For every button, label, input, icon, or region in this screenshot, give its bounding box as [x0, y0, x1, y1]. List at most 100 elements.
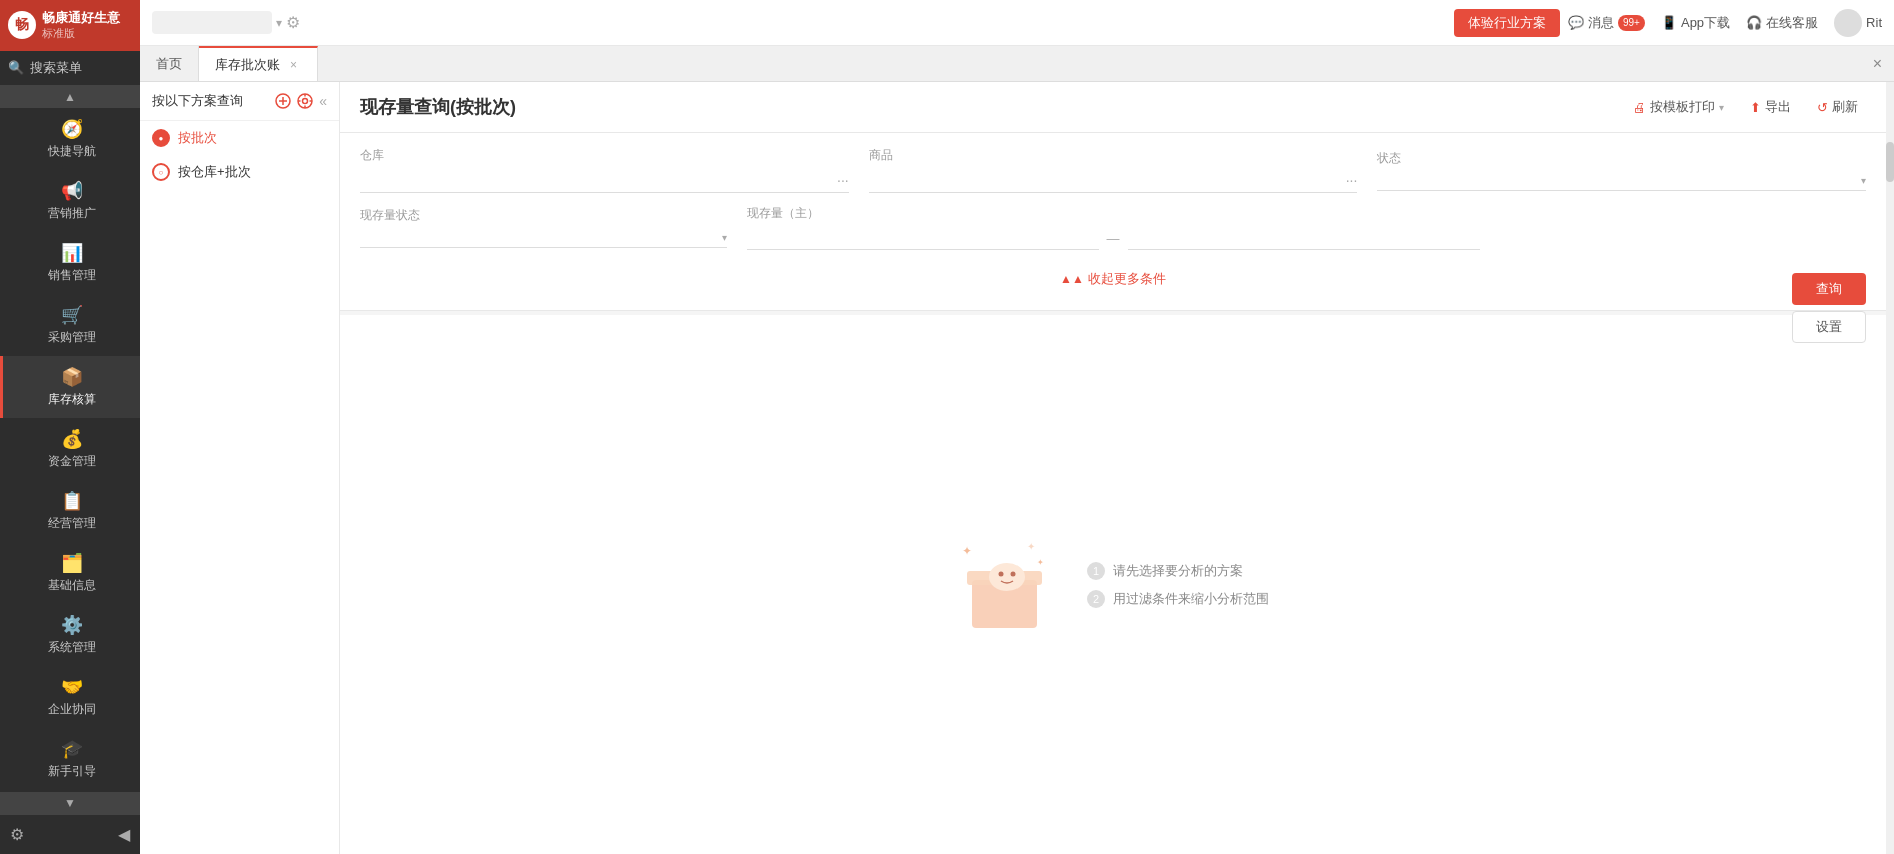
left-panel-add-button[interactable]: [275, 93, 291, 109]
headset-icon: 🎧: [1746, 15, 1762, 30]
warehouse-input[interactable]: ···: [360, 168, 849, 193]
tab-close-icon[interactable]: ×: [286, 56, 301, 74]
message-button[interactable]: 💬 消息 99+: [1568, 14, 1645, 32]
sidebar-scroll-up[interactable]: ▲: [0, 86, 140, 108]
footer-settings-icon[interactable]: ⚙: [10, 825, 24, 844]
left-panel-item-warehouse-batch[interactable]: ○ 按仓库+批次: [140, 155, 339, 189]
print-button[interactable]: 🖨 按模板打印 ▾: [1625, 94, 1732, 120]
topbar-chevron-icon[interactable]: ▾: [276, 16, 282, 30]
left-panel-item-batch[interactable]: ● 按批次: [140, 121, 339, 155]
right-scrollbar[interactable]: [1886, 82, 1894, 854]
empty-icon: ✦ ✦ ✦: [957, 535, 1057, 635]
stock-qty-min-input[interactable]: [747, 226, 1099, 250]
online-service-button[interactable]: 🎧 在线客服: [1746, 14, 1818, 32]
export-button[interactable]: ⬆ 导出: [1742, 94, 1799, 120]
user-profile[interactable]: Rit: [1834, 9, 1882, 37]
empty-hints: 1 请先选择要分析的方案 2 用过滤条件来缩小分析范围: [1087, 562, 1269, 608]
topbar-search-input[interactable]: [152, 11, 272, 34]
stock-qty-label: 现存量（主）: [747, 205, 1480, 222]
refresh-button[interactable]: ↺ 刷新: [1809, 94, 1866, 120]
left-panel-collapse-button[interactable]: «: [319, 93, 327, 109]
stock-status-arrow-icon: ▾: [722, 232, 727, 243]
phone-icon: 📱: [1661, 15, 1677, 30]
quick-nav-icon: 🧭: [61, 118, 83, 140]
left-panel-item-batch-label: 按批次: [178, 129, 217, 147]
left-panel-actions: «: [275, 93, 327, 109]
sidebar-item-sales[interactable]: 📊 销售管理: [0, 232, 140, 294]
purchase-icon: 🛒: [61, 304, 83, 326]
hint-text-1: 请先选择要分析的方案: [1113, 562, 1243, 580]
warehouse-dots-icon[interactable]: ···: [837, 172, 849, 188]
experience-industry-button[interactable]: 体验行业方案: [1454, 9, 1560, 37]
stock-status-select[interactable]: ▾: [360, 228, 727, 248]
finance-icon: 💰: [61, 428, 83, 450]
settings-button[interactable]: 设置: [1792, 311, 1866, 343]
tab-home[interactable]: 首页: [140, 46, 199, 81]
query-button[interactable]: 查询: [1792, 273, 1866, 305]
sidebar-item-basics[interactable]: 🗂️ 基础信息: [0, 542, 140, 604]
print-label: 按模板打印: [1650, 98, 1715, 116]
sidebar-item-inventory[interactable]: 📦 库存核算: [0, 356, 140, 418]
app-title: 畅康通好生意: [42, 10, 120, 26]
filter-status: 状态 ▾: [1377, 150, 1866, 191]
sidebar-search[interactable]: 🔍 搜索菜单: [0, 51, 140, 86]
status-select[interactable]: ▾: [1377, 171, 1866, 191]
left-panel: 按以下方案查询: [140, 82, 340, 854]
sidebar-label-marketing: 营销推广: [48, 205, 96, 222]
goods-input[interactable]: ···: [869, 168, 1358, 193]
left-panel-settings-button[interactable]: [297, 93, 313, 109]
footer-collapse-icon[interactable]: ◀: [118, 825, 130, 844]
scrollbar-thumb[interactable]: [1886, 142, 1894, 182]
hint-num-2: 2: [1087, 590, 1105, 608]
sidebar-item-quick-nav[interactable]: 🧭 快捷导航: [0, 108, 140, 170]
print-chevron-icon[interactable]: ▾: [1719, 102, 1724, 113]
sidebar-footer: ⚙ ◀: [0, 814, 140, 854]
sidebar-item-enterprise[interactable]: 🤝 企业协同: [0, 666, 140, 728]
sidebar: 畅 畅康通好生意 标准版 🔍 搜索菜单 ▲ 🧭 快捷导航 📢 营销推广 📊 销售…: [0, 0, 140, 854]
tabs-close-button[interactable]: ×: [1861, 55, 1894, 73]
main-area: ▾ ⚙ 体验行业方案 💬 消息 99+ 📱 App下载 🎧 在线客服 Rit: [140, 0, 1894, 854]
hint-text-2: 用过滤条件来缩小分析范围: [1113, 590, 1269, 608]
sidebar-label-enterprise: 企业协同: [48, 701, 96, 718]
message-icon: 💬: [1568, 15, 1584, 30]
stock-qty-max-input[interactable]: [1128, 226, 1480, 250]
operations-icon: 📋: [61, 490, 83, 512]
export-icon: ⬆: [1750, 100, 1761, 115]
print-icon: 🖨: [1633, 100, 1646, 115]
page-header: 现存量查询(按批次) 🖨 按模板打印 ▾ ⬆ 导出 ↺ 刷新: [340, 82, 1886, 133]
sidebar-item-system[interactable]: ⚙️ 系统管理: [0, 604, 140, 666]
sidebar-scroll-down[interactable]: ▼: [0, 792, 140, 814]
sidebar-header: 畅 畅康通好生意 标准版: [0, 0, 140, 51]
message-label: 消息: [1588, 14, 1614, 32]
goods-dots-icon[interactable]: ···: [1346, 172, 1358, 188]
sidebar-label-basics: 基础信息: [48, 577, 96, 594]
app-download-button[interactable]: 📱 App下载: [1661, 14, 1730, 32]
topbar-gear-icon[interactable]: ⚙: [286, 13, 300, 32]
sidebar-label-sales: 销售管理: [48, 267, 96, 284]
collapse-bar[interactable]: ▲▲ 收起更多条件: [360, 262, 1866, 296]
warehouse-label: 仓库: [360, 147, 849, 164]
sidebar-search-label: 搜索菜单: [30, 59, 82, 77]
sidebar-label-quick-nav: 快捷导航: [48, 143, 96, 160]
sidebar-item-finance[interactable]: 💰 资金管理: [0, 418, 140, 480]
topbar-right: 💬 消息 99+ 📱 App下载 🎧 在线客服 Rit: [1568, 9, 1882, 37]
enterprise-icon: 🤝: [61, 676, 83, 698]
search-icon: 🔍: [8, 60, 24, 75]
app-edition: 标准版: [42, 26, 120, 41]
filter-goods: 商品 ···: [869, 147, 1358, 193]
goods-label: 商品: [869, 147, 1358, 164]
batch-icon: ●: [152, 129, 170, 147]
basics-icon: 🗂️: [61, 552, 83, 574]
message-badge: 99+: [1618, 15, 1645, 31]
sidebar-item-marketing[interactable]: 📢 营销推广: [0, 170, 140, 232]
page-header-actions: 🖨 按模板打印 ▾ ⬆ 导出 ↺ 刷新: [1625, 94, 1866, 120]
sidebar-item-operations[interactable]: 📋 经营管理: [0, 480, 140, 542]
svg-text:✦: ✦: [1027, 541, 1035, 552]
app-title-block: 畅康通好生意 标准版: [42, 10, 120, 41]
filter-area: 仓库 ··· 商品 ··· 状态: [340, 133, 1886, 311]
left-panel-item-warehouse-batch-label: 按仓库+批次: [178, 163, 251, 181]
status-arrow-icon: ▾: [1861, 175, 1866, 186]
sidebar-item-purchase[interactable]: 🛒 采购管理: [0, 294, 140, 356]
sidebar-item-newbie[interactable]: 🎓 新手引导: [0, 728, 140, 790]
tab-inventory-batch[interactable]: 库存批次账 ×: [199, 46, 318, 81]
